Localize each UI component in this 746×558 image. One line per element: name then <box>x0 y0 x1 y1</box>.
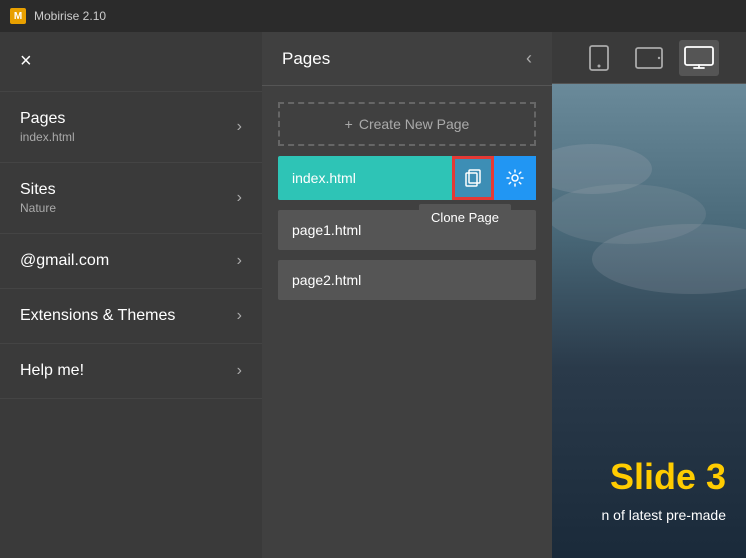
page-name-index: index.html <box>278 158 452 198</box>
chevron-right-icon: › <box>237 189 242 207</box>
app-title: Mobirise 2.10 <box>34 9 106 23</box>
create-page-label: Create New Page <box>359 116 470 132</box>
create-new-page-button[interactable]: + Create New Page <box>278 102 536 146</box>
preview-image: Slide 3 n of latest pre-made <box>552 84 746 558</box>
clone-tooltip: Clone Page <box>419 204 511 231</box>
pages-panel: Pages ‹ + Create New Page index.html Clo… <box>262 32 552 558</box>
mobile-preview-button[interactable] <box>579 40 619 76</box>
sidebar-pages-sublabel: index.html <box>20 130 75 144</box>
chevron-right-icon: › <box>237 362 242 380</box>
app-icon: M <box>10 8 26 24</box>
sidebar-help-label: Help me! <box>20 362 84 380</box>
plus-icon: + <box>345 116 353 132</box>
main-area: × Pages index.html › Sites Nature › @gma… <box>0 32 746 558</box>
sidebar-item-help[interactable]: Help me! › <box>0 344 262 399</box>
close-icon[interactable]: × <box>20 50 32 73</box>
slide-subtext: n of latest pre-made <box>601 507 726 523</box>
desktop-preview-button[interactable] <box>679 40 719 76</box>
chevron-right-icon: › <box>237 252 242 270</box>
chevron-right-icon: › <box>237 118 242 136</box>
pages-title: Pages <box>282 49 330 69</box>
sidebar-sites-sublabel: Nature <box>20 201 56 215</box>
sidebar-item-account[interactable]: @gmail.com › <box>0 234 262 289</box>
tablet-preview-button[interactable] <box>629 40 669 76</box>
sidebar-sites-label: Sites <box>20 181 56 199</box>
clone-page-button[interactable]: Clone Page <box>452 156 494 200</box>
title-bar: M Mobirise 2.10 <box>0 0 746 32</box>
pages-header: Pages ‹ <box>262 32 552 86</box>
sidebar-item-sites[interactable]: Sites Nature › <box>0 163 262 234</box>
chevron-right-icon: › <box>237 307 242 325</box>
sidebar-account-label: @gmail.com <box>20 252 109 270</box>
slide-text: Slide 3 <box>610 456 726 498</box>
sidebar-extensions-label: Extensions & Themes <box>20 307 175 325</box>
preview-area: Slide 3 n of latest pre-made <box>552 32 746 558</box>
sidebar-close-row: × <box>0 32 262 92</box>
page-name-page2: page2.html <box>278 260 536 300</box>
preview-toolbar <box>552 32 746 84</box>
pages-close-icon[interactable]: ‹ <box>526 48 532 69</box>
sidebar-item-pages[interactable]: Pages index.html › <box>0 92 262 163</box>
sidebar: × Pages index.html › Sites Nature › @gma… <box>0 32 262 558</box>
pages-content: + Create New Page index.html Clone Page <box>262 86 552 316</box>
sidebar-item-extensions[interactable]: Extensions & Themes › <box>0 289 262 344</box>
sidebar-pages-label: Pages <box>20 110 75 128</box>
page-row-page2: page2.html <box>278 260 536 300</box>
page-row-index: index.html Clone Page <box>278 156 536 200</box>
page-settings-button[interactable] <box>494 156 536 200</box>
